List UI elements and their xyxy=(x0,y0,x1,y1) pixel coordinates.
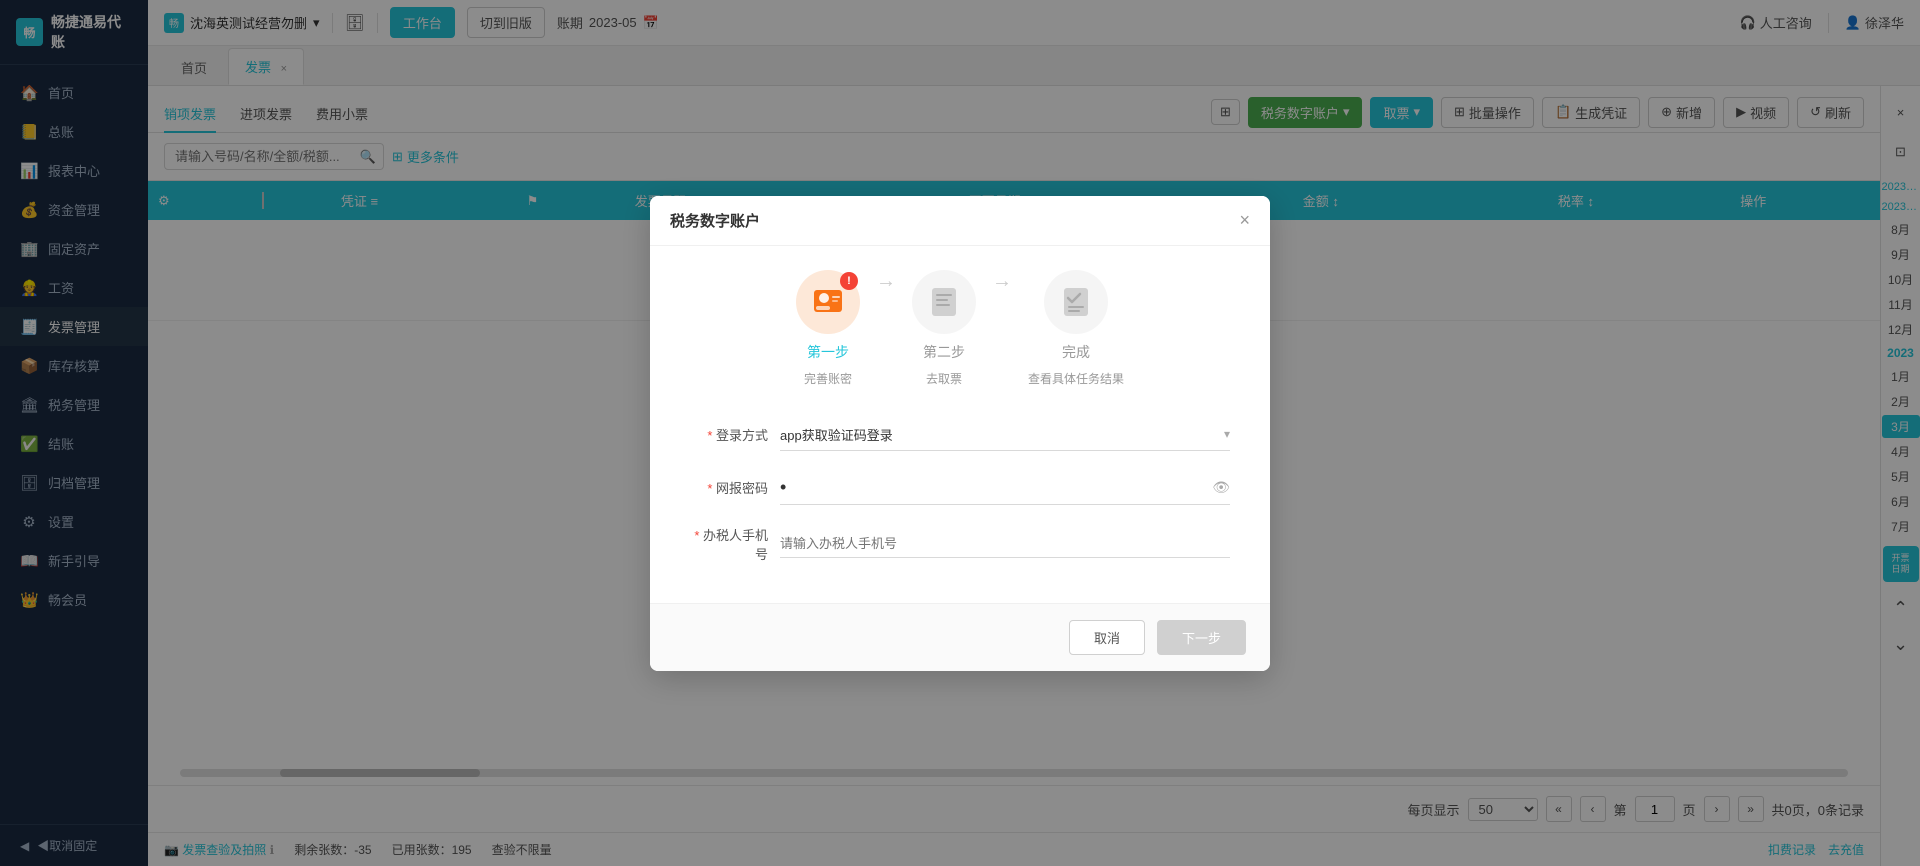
password-label: * 网报密码 xyxy=(690,478,780,497)
step-arrow-1: → xyxy=(860,270,912,333)
step-1-desc: 完善账密 xyxy=(804,370,852,387)
modal-close-btn[interactable]: × xyxy=(1239,211,1250,229)
step-2-label: 第二步 xyxy=(923,342,965,362)
phone-req: * xyxy=(694,528,703,543)
steps-indicator: ! 第一步 完善账密 → xyxy=(690,270,1230,387)
login-method-label: * 登录方式 xyxy=(690,425,780,444)
modal-title: 税务数字账户 xyxy=(670,210,760,231)
modal-overlay[interactable]: 税务数字账户 × xyxy=(0,0,1920,866)
password-row: * 网报密码 👁 xyxy=(690,471,1230,505)
phone-row: * 办税人手机号 xyxy=(690,525,1230,563)
modal-header: 税务数字账户 × xyxy=(650,196,1270,246)
step-3: 完成 查看具体任务结果 xyxy=(1028,270,1124,387)
step-3-icon-wrap xyxy=(1044,270,1108,334)
step-2-doc-icon xyxy=(926,284,962,320)
step-1: ! 第一步 完善账密 xyxy=(796,270,860,387)
modal-body: ! 第一步 完善账密 → xyxy=(650,246,1270,603)
step-1-icon-wrap: ! xyxy=(796,270,860,334)
step-2: 第二步 去取票 xyxy=(912,270,976,387)
login-method-dropdown-icon[interactable]: ▾ xyxy=(1224,427,1230,441)
step-1-person-icon xyxy=(810,284,846,320)
step-3-label: 完成 xyxy=(1062,342,1090,362)
modal-form: * 登录方式 app获取验证码登录 ▾ * 网报密码 👁 xyxy=(690,419,1230,563)
password-wrap: 👁 xyxy=(780,471,1230,505)
next-step-button[interactable]: 下一步 xyxy=(1157,620,1246,655)
tax-digital-modal: 税务数字账户 × xyxy=(650,196,1270,671)
step-arrow-2: → xyxy=(976,270,1028,333)
login-method-req: * xyxy=(707,428,716,443)
step-1-badge: ! xyxy=(840,272,858,290)
password-req: * xyxy=(707,481,716,496)
login-method-value: app获取验证码登录 xyxy=(780,425,1224,444)
password-eye-icon[interactable]: 👁 xyxy=(1212,479,1230,496)
cancel-button[interactable]: 取消 xyxy=(1069,620,1145,655)
modal-footer: 取消 下一步 xyxy=(650,603,1270,671)
step-2-desc: 去取票 xyxy=(926,370,962,387)
login-method-select-wrap[interactable]: app获取验证码登录 ▾ xyxy=(780,419,1230,451)
password-input[interactable] xyxy=(780,471,1212,504)
phone-input[interactable] xyxy=(780,530,1230,558)
phone-label: * 办税人手机号 xyxy=(690,525,780,563)
step-3-checklist-icon xyxy=(1058,284,1094,320)
step-1-label: 第一步 xyxy=(807,342,849,362)
step-3-desc: 查看具体任务结果 xyxy=(1028,370,1124,387)
step-2-icon-wrap xyxy=(912,270,976,334)
login-method-row: * 登录方式 app获取验证码登录 ▾ xyxy=(690,419,1230,451)
